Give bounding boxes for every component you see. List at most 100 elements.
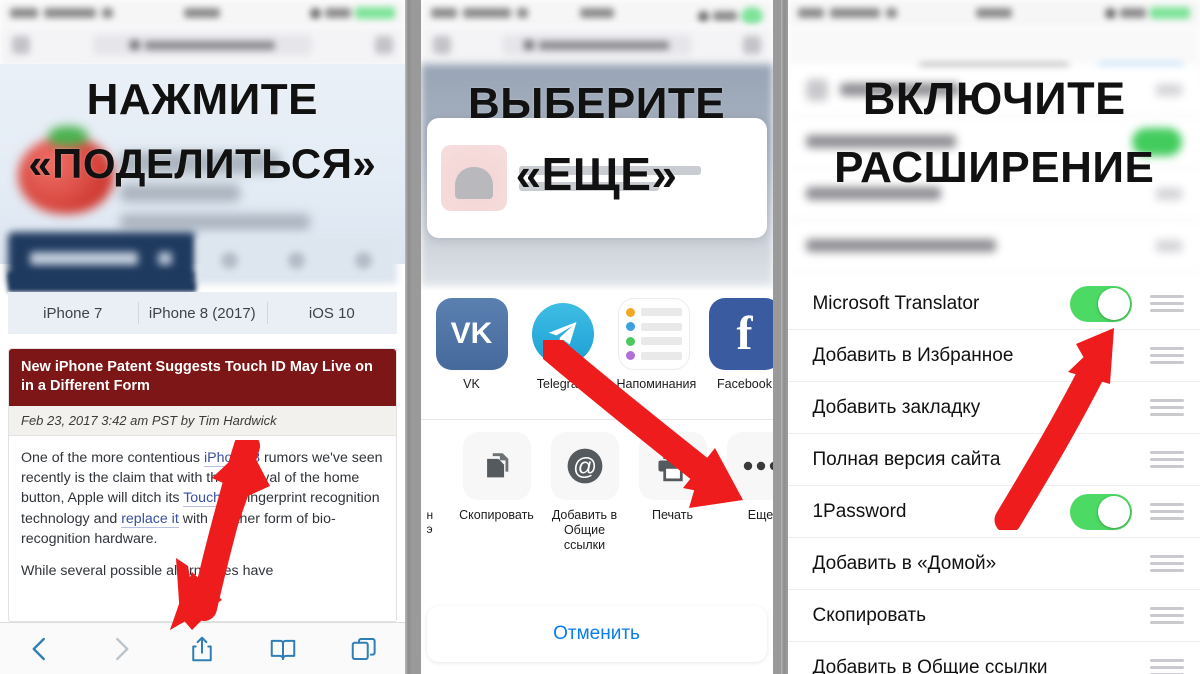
status-bar-clock [184, 8, 221, 18]
share-app-telegram[interactable]: Telegram [526, 298, 600, 391]
share-app-label: Facebook [717, 377, 772, 391]
panel-choose-more: VK VK Telegram Напоминания f Facebook н … [412, 0, 781, 674]
extension-label: Добавить в Общие ссылки [812, 656, 1048, 674]
list-item[interactable]: Скопировать [788, 590, 1200, 642]
article-body: One of the more contentious iPhone 8 rum… [9, 436, 396, 581]
panel-divider-2 [780, 0, 789, 674]
share-action-label: Еще [747, 508, 773, 522]
status-bar-right [309, 7, 395, 19]
drag-handle-icon[interactable] [1150, 659, 1184, 674]
panel-press-share: iPhone 7 iPhone 8 (2017) iOS 10 New iPho… [0, 0, 405, 674]
back-icon[interactable] [25, 634, 55, 664]
drag-handle-icon[interactable] [1150, 555, 1184, 572]
telegram-icon [526, 298, 599, 370]
tab-iphone-7[interactable]: iPhone 7 [8, 305, 138, 322]
reader-icon[interactable] [12, 36, 30, 54]
extension-label: Microsoft Translator [812, 292, 980, 314]
extensions-list: Microsoft Translator Добавить в Избранно… [788, 278, 1200, 674]
share-app-label: VK [463, 377, 480, 391]
share-app-reminders[interactable]: Напоминания [616, 298, 697, 391]
article-headline[interactable]: New iPhone Patent Suggests Touch ID May … [9, 349, 396, 407]
share-action-add-to-shared-links[interactable]: @ Добавить в Общие ссылки [545, 432, 625, 553]
extension-label: Добавить закладку [812, 396, 981, 418]
reload-icon[interactable] [742, 36, 761, 54]
overlay-title-panel1: НАЖМИТЕ «ПОДЕЛИТЬСЯ» [0, 77, 405, 186]
cancel-button[interactable]: Отменить [426, 606, 767, 662]
url-field[interactable] [93, 35, 312, 55]
link-iphone-8[interactable]: iPhone 8 [203, 450, 260, 468]
tab-ios-10[interactable]: iOS 10 [267, 305, 397, 322]
share-app-facebook[interactable]: f Facebook [708, 298, 773, 391]
share-app-label: Напоминания [616, 377, 697, 391]
svg-text:@: @ [572, 454, 596, 481]
status-bar-right [1105, 7, 1190, 19]
lock-icon [129, 40, 140, 50]
forward-icon [116, 637, 129, 660]
overlay-title-panel2: ВЫБЕРИТЕ «ЕЩЕ» [413, 79, 781, 198]
safari-toolbar [0, 622, 405, 674]
share-action-partial-left[interactable]: нэ [427, 432, 449, 537]
status-bar [420, 0, 773, 26]
list-item[interactable]: Добавить в «Домой» [788, 538, 1200, 590]
drag-handle-icon[interactable] [1150, 295, 1184, 312]
drag-handle-icon[interactable] [1150, 503, 1184, 520]
lock-icon [524, 40, 535, 50]
extension-label: Добавить в «Домой» [812, 552, 997, 574]
reminders-icon [617, 298, 690, 370]
overlay-line2: РАСШИРЕНИЕ [834, 142, 1155, 192]
list-item[interactable]: Microsoft Translator [788, 278, 1200, 330]
url-field[interactable] [501, 35, 692, 55]
share-action-copy[interactable]: Скопировать [457, 432, 537, 523]
tab-iphone-8[interactable]: iPhone 8 (2017) [138, 305, 268, 322]
share-icon[interactable] [187, 634, 217, 664]
site-category-tabs[interactable]: iPhone 7 iPhone 8 (2017) iOS 10 [8, 292, 397, 334]
list-item[interactable]: Добавить в Общие ссылки [788, 642, 1200, 674]
drag-handle-icon[interactable] [1150, 399, 1184, 416]
list-item[interactable]: Добавить в Избранное [788, 330, 1200, 382]
share-action-label: Печать [652, 508, 693, 522]
extension-label: Полная версия сайта [812, 448, 1001, 470]
blurred-site-nav-bar [8, 272, 196, 292]
extension-toggle-on[interactable] [1070, 493, 1132, 530]
list-item[interactable]: 1Password [788, 486, 1200, 538]
panel-divider-1 [404, 0, 413, 674]
more-ellipsis-icon [726, 432, 773, 500]
article-card: New iPhone Patent Suggests Touch ID May … [8, 348, 397, 622]
reload-icon[interactable] [374, 36, 393, 54]
facebook-icon: f [708, 298, 773, 370]
extension-label: Скопировать [812, 604, 926, 626]
status-bar-clock [976, 8, 1013, 18]
share-app-vk[interactable]: VK VK [435, 298, 509, 391]
share-action-more[interactable]: Еще [721, 432, 773, 523]
drag-handle-icon[interactable] [1150, 607, 1184, 624]
bookmarks-icon[interactable] [268, 634, 298, 664]
reader-icon[interactable] [432, 36, 451, 54]
status-bar-left [10, 8, 113, 18]
article-byline: Feb 23, 2017 3:42 am PST by Tim Hardwick [9, 406, 396, 437]
status-bar-left [430, 8, 528, 18]
drag-handle-icon[interactable] [1150, 451, 1184, 468]
list-item[interactable]: Полная версия сайта [788, 434, 1200, 486]
share-app-label: Telegram [536, 377, 589, 391]
copy-icon [462, 432, 531, 500]
extension-label: Добавить в Избранное [812, 344, 1014, 366]
share-sheet-action-row: нэ Скопировать @ Добавить в Общие ссылки [420, 420, 773, 560]
overlay-line1: ВЫБЕРИТЕ [468, 79, 726, 128]
three-panel-tutorial: iPhone 7 iPhone 8 (2017) iOS 10 New iPho… [0, 0, 1200, 674]
link-touch-id[interactable]: Touch ID [183, 490, 240, 508]
list-item[interactable]: Добавить закладку [788, 382, 1200, 434]
status-bar [788, 0, 1200, 26]
at-sign-icon: @ [550, 432, 619, 500]
vk-icon: VK [435, 298, 508, 370]
status-bar [0, 0, 405, 26]
extension-toggle-on[interactable] [1070, 285, 1132, 322]
share-action-label: Скопировать [459, 508, 534, 522]
safari-address-bar[interactable] [420, 26, 773, 64]
share-action-print[interactable]: Печать [633, 432, 713, 523]
article-paragraph-1: One of the more contentious iPhone 8 rum… [21, 448, 384, 549]
p1-text-a: One of the more contentious [21, 450, 204, 467]
drag-handle-icon[interactable] [1150, 347, 1184, 364]
safari-address-bar[interactable] [0, 26, 405, 64]
link-replace-it[interactable]: replace it [121, 510, 179, 528]
tabs-icon[interactable] [349, 634, 379, 664]
